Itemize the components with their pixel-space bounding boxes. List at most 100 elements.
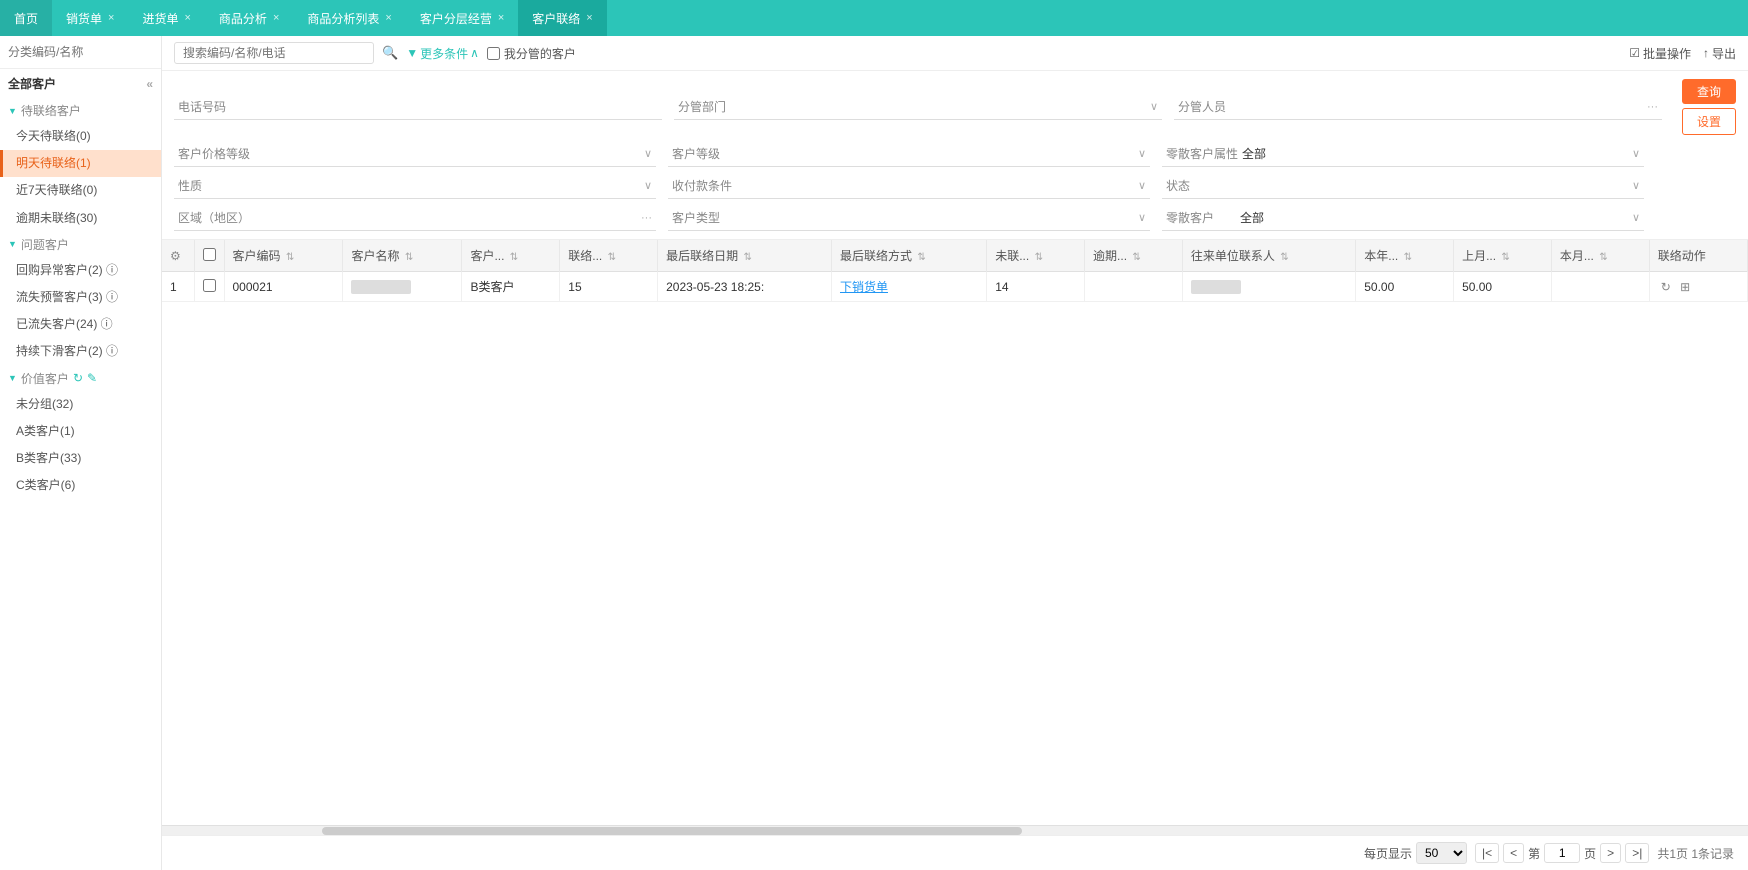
sidebar-item-overdue[interactable]: 逾期未联络(30) [0, 205, 161, 232]
filter-retail-attr-value[interactable]: 全部 [1242, 145, 1628, 162]
sidebar-item-abnormal[interactable]: 回购异常客户(2) ⓘ [0, 257, 161, 284]
action-icon-2[interactable]: ⊞ [1680, 280, 1690, 294]
col-type[interactable]: 客户... ⇅ [462, 240, 560, 272]
col-contact[interactable]: 联络... ⇅ [560, 240, 658, 272]
col-unit-contact[interactable]: 往来单位联系人 ⇅ [1182, 240, 1355, 272]
nav-customer-tier-close[interactable]: × [498, 12, 504, 24]
filter-retail-attr: 零散客户属性 全部 ∨ [1162, 141, 1644, 167]
sidebar-group-value[interactable]: ▼ 价值客户 ↻ ✎ [0, 366, 161, 391]
search-input[interactable] [174, 42, 374, 64]
col-this-year[interactable]: 本年... ⇅ [1356, 240, 1454, 272]
last-contact-link[interactable]: 下销货单 [840, 280, 888, 294]
search-icon[interactable]: 🔍 [382, 45, 398, 61]
sidebar-group-pending[interactable]: ▼ 待联络客户 [0, 98, 161, 123]
col-overdue[interactable]: 逾期... ⇅ [1085, 240, 1183, 272]
filter-customer-type-arrow[interactable]: ∨ [1138, 211, 1146, 224]
sidebar-item-ungrouped[interactable]: 未分组(32) [0, 391, 161, 418]
col-last-month[interactable]: 上月... ⇅ [1454, 240, 1552, 272]
sidebar-item-churned[interactable]: 已流失客户(24) ⓘ [0, 311, 161, 338]
first-page-btn[interactable]: |< [1475, 843, 1499, 863]
nav-sales[interactable]: 销货单 × [52, 0, 128, 36]
sidebar-item-today[interactable]: 今天待联络(0) [0, 123, 161, 150]
filter-icon: ▼ [406, 46, 418, 60]
toolbar: 🔍 ▼ 更多条件 ∧ 我分管的客户 ☑ 批量操作 ↑ 导出 [162, 36, 1748, 71]
filter-region-dots[interactable]: ··· [641, 212, 652, 224]
sort-name-icon: ⇅ [405, 252, 413, 263]
nav-product-analysis-list-close[interactable]: × [385, 12, 391, 24]
sort-type-icon: ⇅ [510, 252, 518, 263]
filter-retail-customer-arrow[interactable]: ∨ [1632, 211, 1640, 224]
cell-checkbox [194, 272, 224, 302]
sidebar-item-churn-warning[interactable]: 流失预警客户(3) ⓘ [0, 284, 161, 311]
filter-region: 区域（地区） ··· [174, 205, 656, 231]
next-page-btn[interactable]: > [1600, 843, 1621, 863]
footer-nav: |< < 第 页 > >| [1475, 843, 1649, 863]
col-last-contact-method[interactable]: 最后联络方式 ⇅ [831, 240, 986, 272]
filter-actions: 查询 设置 [1682, 79, 1736, 135]
nav-product-analysis[interactable]: 商品分析 × [205, 0, 293, 36]
nav-home[interactable]: 首页 [0, 0, 52, 36]
page-input[interactable] [1544, 843, 1580, 863]
nav-purchase[interactable]: 进货单 × [128, 0, 204, 36]
sidebar-value-refresh[interactable]: ↻ [73, 371, 83, 385]
filter-manager-dots[interactable]: ··· [1647, 101, 1658, 113]
filter-customer-type-label: 客户类型 [672, 209, 742, 226]
customer-table: ⚙ 客户编码 ⇅ 客户名称 ⇅ [162, 240, 1748, 302]
sort-this-year-icon: ⇅ [1404, 252, 1412, 263]
col-code[interactable]: 客户编码 ⇅ [224, 240, 343, 272]
my-customers-check[interactable] [487, 47, 500, 60]
col-last-contact-date[interactable]: 最后联络日期 ⇅ [658, 240, 832, 272]
export-btn[interactable]: ↑ 导出 [1703, 45, 1736, 62]
nav-customer-contact-close[interactable]: × [586, 12, 592, 24]
col-not-contacted[interactable]: 未联... ⇅ [987, 240, 1085, 272]
filter-dept-arrow[interactable]: ∨ [1150, 100, 1158, 113]
filter-status-arrow[interactable]: ∨ [1632, 179, 1640, 192]
sidebar-item-7days[interactable]: 近7天待联络(0) [0, 177, 161, 204]
batch-op-btn[interactable]: ☑ 批量操作 [1629, 45, 1691, 62]
sidebar-item-c-class[interactable]: C类客户(6) [0, 472, 161, 499]
select-all-checkbox[interactable] [203, 248, 216, 261]
sidebar-search-input[interactable] [8, 45, 162, 59]
col-action: 联络动作 [1649, 240, 1747, 272]
sidebar-value-edit[interactable]: ✎ [87, 371, 97, 385]
per-page-select[interactable]: 50 100 200 [1416, 842, 1467, 864]
filter-row-2: 客户价格等级 ∨ 客户等级 ∨ 零散客户属性 全部 ∨ [174, 141, 1736, 167]
nav-product-analysis-close[interactable]: × [273, 12, 279, 24]
sidebar-item-tomorrow[interactable]: 明天待联络(1) [0, 150, 161, 177]
filter-manager: 分管人员 ··· [1174, 94, 1662, 120]
horizontal-scrollbar[interactable] [162, 825, 1748, 835]
last-page-btn[interactable]: >| [1625, 843, 1649, 863]
filter-retail-customer-value[interactable]: 全部 [1240, 209, 1628, 226]
set-button[interactable]: 设置 [1682, 108, 1736, 135]
filter-retail-attr-arrow[interactable]: ∨ [1632, 147, 1640, 160]
query-button[interactable]: 查询 [1682, 79, 1736, 104]
nav-customer-tier[interactable]: 客户分层经营 × [406, 0, 518, 36]
nav-customer-contact[interactable]: 客户联络 × [518, 0, 606, 36]
sidebar-all-customers[interactable]: 全部客户 « [0, 69, 161, 98]
filter-customer-level-arrow[interactable]: ∨ [1138, 147, 1146, 160]
filter-payment-arrow[interactable]: ∨ [1138, 179, 1146, 192]
footer-page-size: 每页显示 50 100 200 [1364, 842, 1467, 864]
checkbox-icon: ☑ [1629, 46, 1640, 60]
my-customers-checkbox[interactable]: 我分管的客户 [487, 45, 576, 62]
sidebar-group-problem[interactable]: ▼ 问题客户 [0, 232, 161, 257]
nav-purchase-close[interactable]: × [184, 12, 190, 24]
col-this-month[interactable]: 本月... ⇅ [1551, 240, 1649, 272]
sidebar-item-b-class[interactable]: B类客户(33) [0, 445, 161, 472]
filter-panel: 电话号码 分管部门 ∨ 分管人员 ··· 查询 设置 [162, 71, 1748, 240]
col-name[interactable]: 客户名称 ⇅ [343, 240, 462, 272]
filter-price-level-arrow[interactable]: ∨ [644, 147, 652, 160]
nav-product-analysis-list[interactable]: 商品分析列表 × [293, 0, 405, 36]
sidebar-item-declining[interactable]: 持续下滑客户(2) ⓘ [0, 338, 161, 365]
nav-sales-close[interactable]: × [108, 12, 114, 24]
more-filter-btn[interactable]: ▼ 更多条件 ∧ [406, 45, 479, 62]
action-icon-1[interactable]: ↻ [1661, 280, 1671, 294]
sort-method-icon: ⇅ [917, 252, 925, 263]
filter-retail-customer-label: 零散客户 [1166, 209, 1236, 226]
sidebar-item-a-class[interactable]: A类客户(1) [0, 418, 161, 445]
filter-gender-arrow[interactable]: ∨ [644, 179, 652, 192]
gear-icon[interactable]: ⚙ [170, 249, 181, 263]
prev-page-btn[interactable]: < [1503, 843, 1524, 863]
row-checkbox[interactable] [203, 279, 216, 292]
scrollbar-thumb[interactable] [322, 827, 1022, 835]
